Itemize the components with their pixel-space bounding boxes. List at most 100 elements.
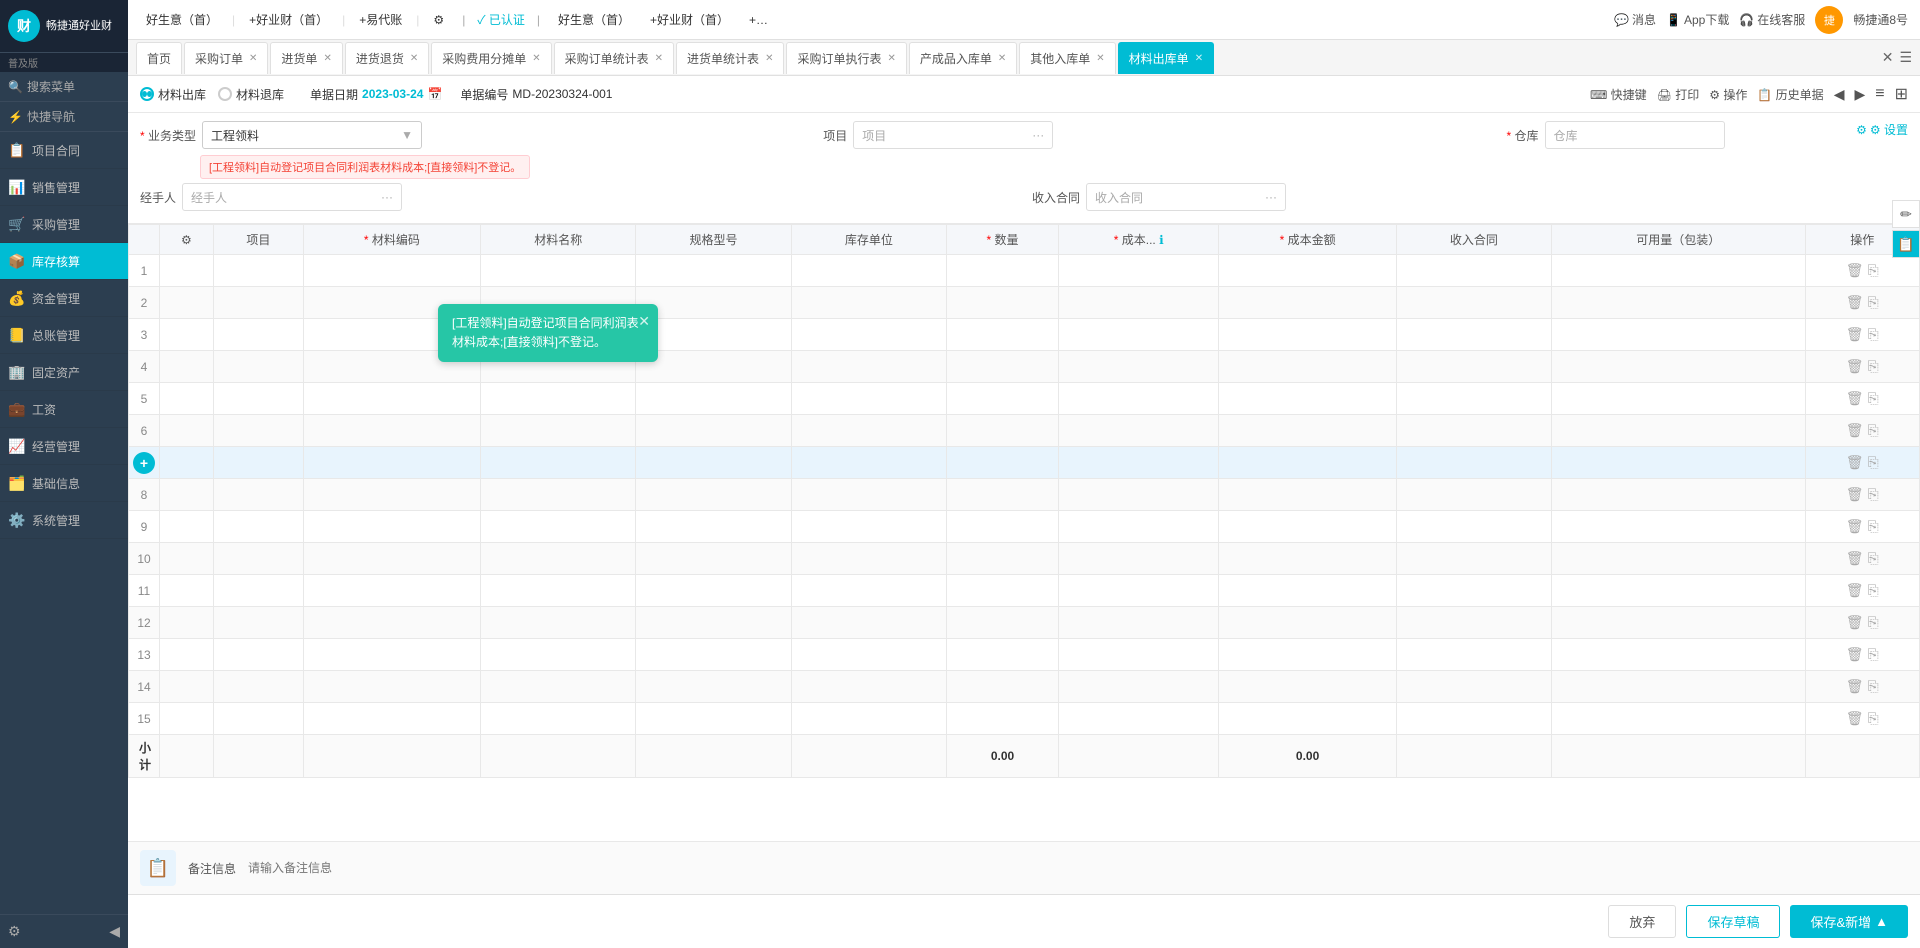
cell-cost_price-0[interactable] [1058,255,1219,287]
sidebar-item-sales[interactable]: 📊销售管理 [0,169,128,206]
cell-settings-4[interactable] [160,383,214,415]
cell-code-6[interactable] [303,447,480,479]
col-settings-icon[interactable]: ⚙ [181,233,192,247]
tab-close-9[interactable]: ✕ [1096,53,1104,64]
cell-available-0[interactable] [1552,255,1805,287]
cell-unit-2[interactable] [791,319,946,351]
tab-7[interactable]: 采购订单执行表✕ [786,42,906,74]
cell-project-11[interactable] [213,607,303,639]
cell-cost_price-12[interactable] [1058,639,1219,671]
cell-cost_amount-9[interactable] [1219,543,1396,575]
cell-unit-3[interactable] [791,351,946,383]
view-list-btn[interactable]: ≡ [1875,85,1884,103]
cell-qty-0[interactable] [947,255,1059,287]
topbar-nav-4[interactable]: 好生意（首） [552,11,636,28]
cell-name-8[interactable] [481,511,636,543]
copy-row-btn-7[interactable]: ⎘ [1868,486,1879,503]
cell-name-11[interactable] [481,607,636,639]
cell-qty-4[interactable] [947,383,1059,415]
sidebar-item-project[interactable]: 📋项目合同 [0,132,128,169]
sidebar-item-assets[interactable]: 🏢固定资产 [0,354,128,391]
cell-cost_amount-6[interactable] [1219,447,1396,479]
cell-cost_price-13[interactable] [1058,671,1219,703]
cell-spec-8[interactable] [636,511,791,543]
delete-row-btn-10[interactable]: 🗑 [1846,582,1864,599]
sidebar-item-system[interactable]: ⚙️系统管理 [0,502,128,539]
sidebar-search[interactable]: 🔍 搜索菜单 [0,72,128,102]
delete-row-btn-0[interactable]: 🗑 [1846,262,1864,279]
cell-available-3[interactable] [1552,351,1805,383]
cell-project-8[interactable] [213,511,303,543]
cell-income_contract-9[interactable] [1396,543,1551,575]
cell-available-1[interactable] [1552,287,1805,319]
sidebar-item-inventory[interactable]: 📦库存核算 [0,243,128,280]
cell-name-4[interactable] [481,383,636,415]
cell-income_contract-13[interactable] [1396,671,1551,703]
cell-settings-3[interactable] [160,351,214,383]
cell-settings-6[interactable] [160,447,214,479]
topbar-nav-6[interactable]: +… [743,13,774,27]
cell-qty-7[interactable] [947,479,1059,511]
cell-cost_amount-5[interactable] [1219,415,1396,447]
warehouse-input[interactable]: 仓库 [1545,121,1725,149]
delete-row-btn-11[interactable]: 🗑 [1846,614,1864,631]
cell-spec-9[interactable] [636,543,791,575]
tab-1[interactable]: 采购订单✕ [184,42,268,74]
cell-income_contract-14[interactable] [1396,703,1551,735]
cell-available-8[interactable] [1552,511,1805,543]
date-value[interactable]: 2023-03-24 [362,87,423,101]
delete-row-btn-5[interactable]: 🗑 [1846,422,1864,439]
cell-cost_amount-10[interactable] [1219,575,1396,607]
cell-name-5[interactable] [481,415,636,447]
copy-row-btn-0[interactable]: ⎘ [1868,262,1879,279]
cell-spec-2[interactable] [636,319,791,351]
cell-qty-10[interactable] [947,575,1059,607]
cell-cost_price-1[interactable] [1058,287,1219,319]
cell-name-0[interactable] [481,255,636,287]
cell-available-10[interactable] [1552,575,1805,607]
tab-close-10[interactable]: ✕ [1195,53,1203,64]
sidebar-quick-nav[interactable]: ⚡ 快捷导航 [0,102,128,132]
right-tool-green-btn[interactable]: 📋 [1892,230,1920,258]
cell-cost_amount-1[interactable] [1219,287,1396,319]
cell-income_contract-0[interactable] [1396,255,1551,287]
copy-row-btn-13[interactable]: ⎘ [1868,678,1879,695]
cell-cost_amount-4[interactable] [1219,383,1396,415]
cell-cost_price-10[interactable] [1058,575,1219,607]
cell-unit-14[interactable] [791,703,946,735]
notes-input[interactable] [244,857,1908,879]
cell-income_contract-11[interactable] [1396,607,1551,639]
copy-row-btn-14[interactable]: ⎘ [1868,710,1879,727]
cell-spec-3[interactable] [636,351,791,383]
tab-5[interactable]: 采购订单统计表✕ [554,42,674,74]
cell-project-0[interactable] [213,255,303,287]
cell-project-10[interactable] [213,575,303,607]
cell-cost_price-5[interactable] [1058,415,1219,447]
cell-qty-3[interactable] [947,351,1059,383]
cell-settings-13[interactable] [160,671,214,703]
cell-unit-6[interactable] [791,447,946,479]
tab-menu-btn[interactable]: ☰ [1899,49,1912,66]
cell-qty-12[interactable] [947,639,1059,671]
cell-name-14[interactable] [481,703,636,735]
cell-unit-7[interactable] [791,479,946,511]
operations-btn[interactable]: ⚙ 操作 [1709,86,1747,103]
cell-settings-5[interactable] [160,415,214,447]
copy-row-btn-4[interactable]: ⎘ [1868,390,1879,407]
income-contract-input[interactable]: 收入合同 ··· [1086,183,1286,211]
tab-close-1[interactable]: ✕ [249,53,257,64]
tab-10[interactable]: 材料出库单✕ [1118,42,1214,74]
cell-unit-13[interactable] [791,671,946,703]
cell-qty-8[interactable] [947,511,1059,543]
delete-row-btn-14[interactable]: 🗑 [1846,710,1864,727]
cell-code-11[interactable] [303,607,480,639]
cell-spec-7[interactable] [636,479,791,511]
settings-btn[interactable]: ⚙ ⚙ 设置 [1856,121,1908,138]
cell-project-13[interactable] [213,671,303,703]
print-btn[interactable]: 🖨 打印 [1657,86,1700,103]
cell-code-13[interactable] [303,671,480,703]
cell-spec-11[interactable] [636,607,791,639]
topbar-app-download-btn[interactable]: 📱 App下载 [1666,11,1729,28]
cell-qty-11[interactable] [947,607,1059,639]
cell-cost_amount-12[interactable] [1219,639,1396,671]
